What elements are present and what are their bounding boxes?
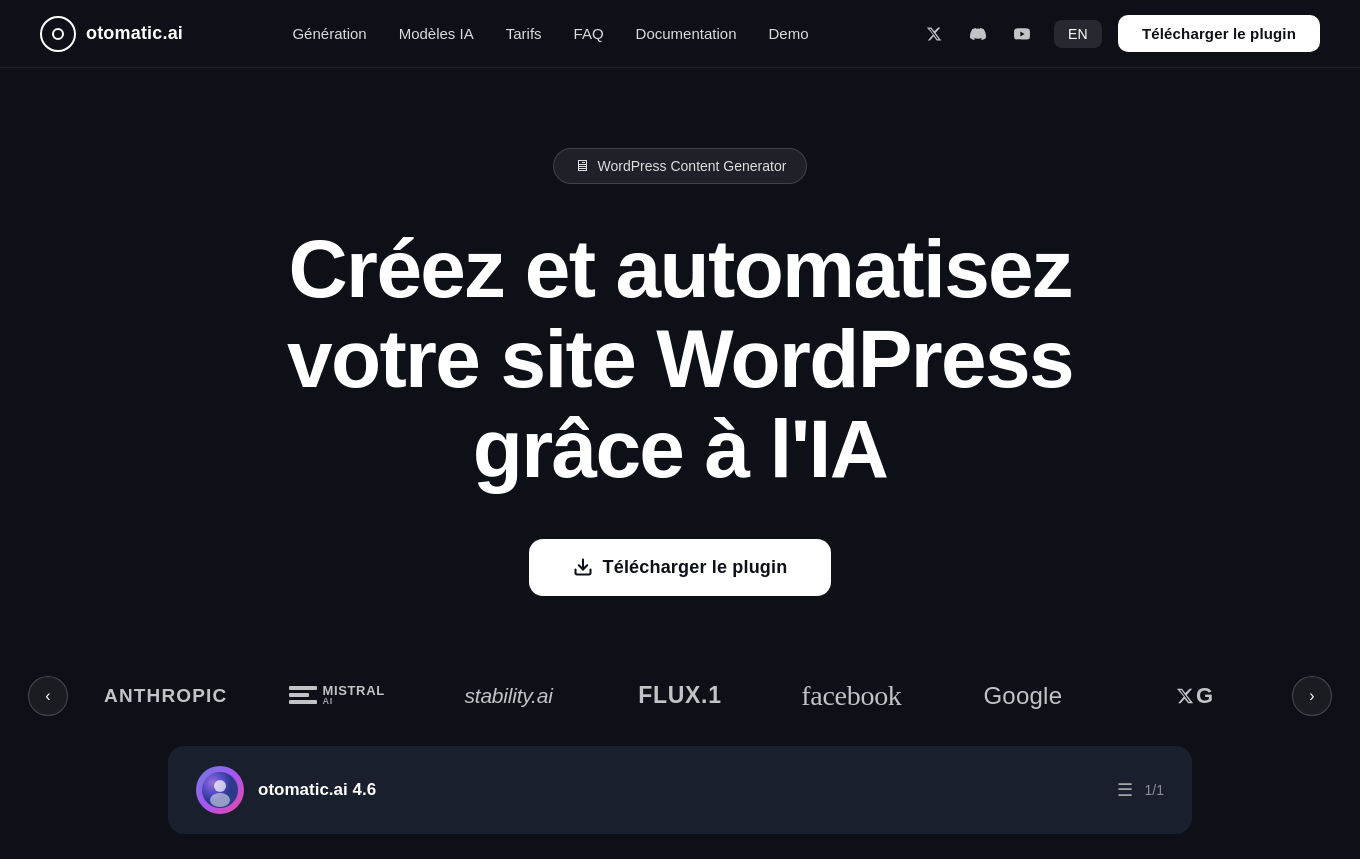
review-left: otomatic.ai 4.6	[196, 766, 376, 814]
hero-title-line1: Créez et automatisez	[289, 223, 1072, 314]
hero-title-line2: votre site WordPress	[287, 313, 1073, 404]
review-section: otomatic.ai 4.6 ☰ 1/1	[0, 746, 1360, 834]
logos-container: ANTHROPIC MISTRAL AI stability.ai FLU	[80, 680, 1280, 712]
logo-text: otomatic.ai	[86, 23, 183, 44]
avatar-image	[202, 772, 238, 808]
logo-xai: G	[1109, 683, 1280, 709]
logos-strip: ‹ ANTHROPIC MISTRAL AI stability.ai	[0, 656, 1360, 746]
x-brand-icon	[1176, 687, 1194, 705]
chevron-left-icon: ‹	[45, 687, 50, 705]
youtube-icon-button[interactable]	[1006, 18, 1038, 50]
logo-facebook: facebook	[766, 680, 937, 712]
navbar: otomatic.ai Génération Modèles IA Tarifs…	[0, 0, 1360, 68]
language-button[interactable]: EN	[1054, 20, 1102, 48]
hero-section: 🖥 WordPress Content Generator Créez et a…	[0, 68, 1360, 656]
logos-next-button[interactable]: ›	[1292, 676, 1332, 716]
hero-cta-button[interactable]: Télécharger le plugin	[529, 539, 832, 596]
hero-title: Créez et automatisez votre site WordPres…	[287, 224, 1073, 495]
svg-point-3	[210, 793, 230, 807]
logos-prev-button[interactable]: ‹	[28, 676, 68, 716]
badge-text: WordPress Content Generator	[598, 158, 787, 174]
badge-icon: 🖥	[574, 157, 590, 175]
logo-link[interactable]: otomatic.ai	[40, 16, 183, 52]
nav-link-documentation[interactable]: Documentation	[636, 25, 737, 42]
nav-link-demo[interactable]: Demo	[768, 25, 808, 42]
download-icon	[573, 557, 593, 577]
logo-icon	[40, 16, 76, 52]
list-icon[interactable]: ☰	[1117, 779, 1133, 801]
nav-right: EN Télécharger le plugin	[918, 15, 1320, 52]
review-header: otomatic.ai 4.6 ☰ 1/1	[196, 766, 1164, 814]
logo-flux: FLUX.1	[594, 682, 765, 709]
nav-link-tarifs[interactable]: Tarifs	[506, 25, 542, 42]
discord-icon-button[interactable]	[962, 18, 994, 50]
review-name: otomatic.ai 4.6	[258, 780, 376, 800]
logo-google: Google	[937, 682, 1108, 710]
nav-social-icons	[918, 18, 1038, 50]
svg-point-2	[214, 780, 226, 792]
review-card: otomatic.ai 4.6 ☰ 1/1	[168, 746, 1192, 834]
twitter-icon-button[interactable]	[918, 18, 950, 50]
review-right: ☰ 1/1	[1117, 779, 1164, 801]
review-avatar	[196, 766, 244, 814]
chevron-right-icon: ›	[1309, 687, 1314, 705]
hero-badge: 🖥 WordPress Content Generator	[553, 148, 808, 184]
logo-stability: stability.ai	[423, 684, 594, 708]
hero-cta-label: Télécharger le plugin	[603, 557, 788, 578]
nav-link-faq[interactable]: FAQ	[574, 25, 604, 42]
logo-anthropic: ANTHROPIC	[80, 685, 251, 707]
review-counter: 1/1	[1145, 782, 1164, 798]
nav-cta-button[interactable]: Télécharger le plugin	[1118, 15, 1320, 52]
nav-link-modeles[interactable]: Modèles IA	[399, 25, 474, 42]
logo-mistral: MISTRAL AI	[251, 684, 422, 707]
hero-title-line3: grâce à l'IA	[473, 403, 888, 494]
nav-link-generation[interactable]: Génération	[292, 25, 366, 42]
nav-links: Génération Modèles IA Tarifs FAQ Documen…	[292, 25, 808, 43]
